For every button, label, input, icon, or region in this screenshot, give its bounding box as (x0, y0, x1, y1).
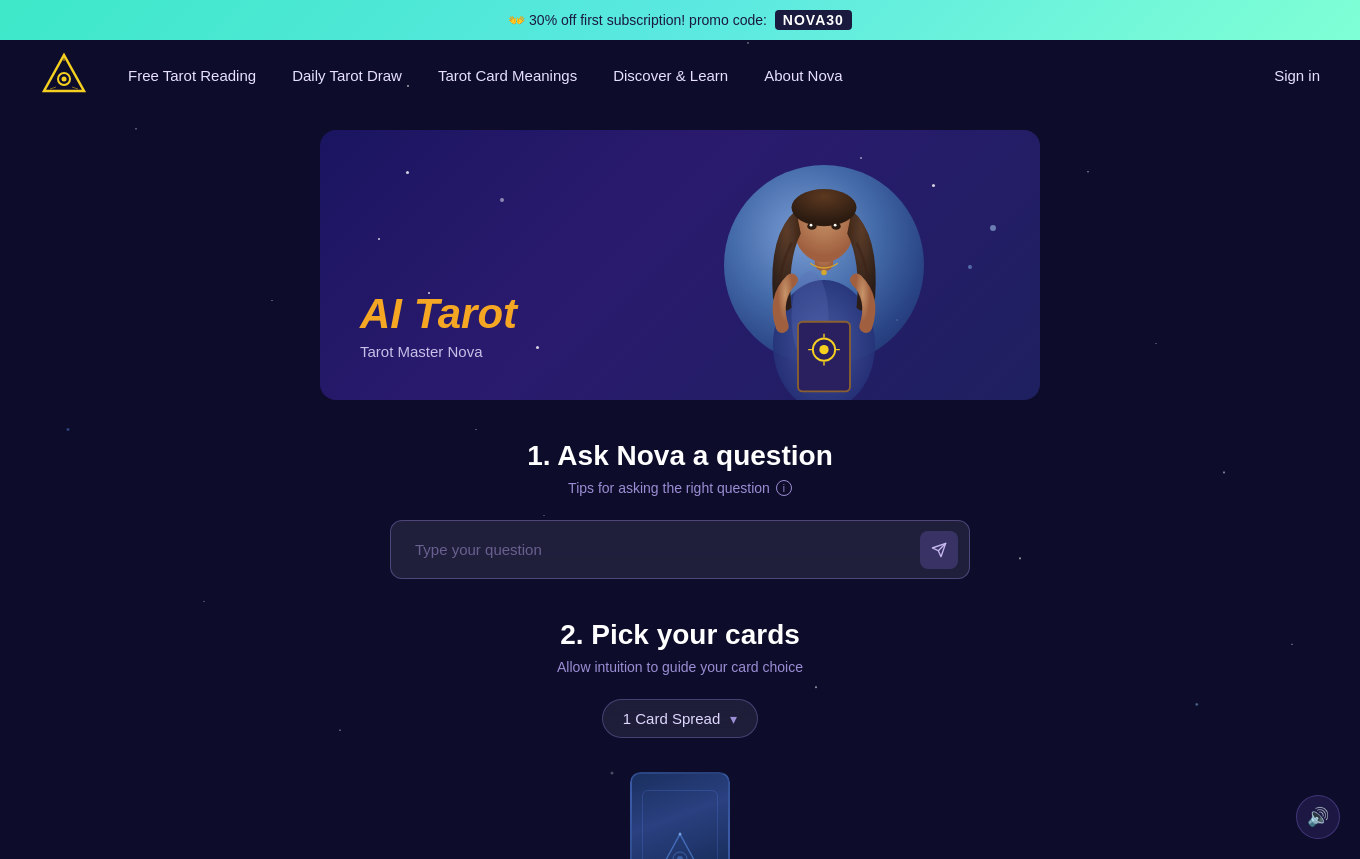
logo-icon (40, 51, 88, 99)
tips-link[interactable]: Tips for asking the right question (568, 480, 770, 496)
promo-code: NOVA30 (775, 10, 852, 30)
svg-point-14 (834, 224, 837, 227)
step2-container: 2. Pick your cards Allow intuition to gu… (40, 619, 1320, 859)
nav-about-nova[interactable]: About Nova (764, 67, 842, 84)
svg-point-15 (821, 270, 827, 276)
svg-line-4 (50, 87, 56, 89)
promo-banner: 👐 30% off first subscription! promo code… (0, 0, 1360, 40)
svg-line-5 (72, 87, 78, 89)
audio-button[interactable]: 🔊 (1296, 795, 1340, 839)
sign-in-button[interactable]: Sign in (1274, 67, 1320, 84)
main-content: 1. Ask Nova a question Tips for asking t… (0, 420, 1360, 859)
step1-subtitle: Tips for asking the right question i (568, 480, 792, 496)
hero-section: AI Tarot Tarot Master Nova (320, 130, 1040, 400)
svg-point-13 (810, 224, 813, 227)
hero-title: AI Tarot (360, 291, 517, 337)
nav-links: Free Tarot Reading Daily Tarot Draw Taro… (128, 67, 1274, 84)
spread-dropdown[interactable]: 1 Card Spread ▾ (602, 699, 759, 738)
svg-point-18 (819, 345, 828, 354)
spread-option-label: 1 Card Spread (623, 710, 721, 727)
nav-daily-tarot-draw[interactable]: Daily Tarot Draw (292, 67, 402, 84)
card-pattern (642, 790, 719, 859)
hero-subtitle: Tarot Master Nova (360, 343, 517, 360)
svg-point-26 (678, 833, 681, 836)
audio-icon: 🔊 (1307, 806, 1329, 828)
tarot-card[interactable] (630, 772, 730, 859)
hero-content: AI Tarot Tarot Master Nova (360, 291, 517, 360)
promo-emoji: 👐 (508, 12, 525, 28)
nav-tarot-card-meanings[interactable]: Tarot Card Meanings (438, 67, 577, 84)
step2-subtitle-text: Allow intuition to guide your card choic… (557, 659, 803, 675)
send-button[interactable] (920, 531, 958, 569)
question-input[interactable] (390, 520, 970, 579)
chevron-down-icon: ▾ (730, 711, 737, 727)
step2-subtitle: Allow intuition to guide your card choic… (557, 659, 803, 675)
promo-text: 30% off first subscription! promo code: (529, 12, 767, 28)
logo[interactable] (40, 51, 88, 99)
send-icon (931, 542, 947, 558)
nova-figure (734, 150, 914, 400)
svg-point-10 (792, 189, 857, 226)
card-back (630, 772, 730, 859)
nav-discover-learn[interactable]: Discover & Learn (613, 67, 728, 84)
hero-image (608, 130, 1040, 400)
card-symbol-icon (655, 829, 705, 859)
step2-heading: 2. Pick your cards (560, 619, 800, 651)
info-icon[interactable]: i (776, 480, 792, 496)
svg-rect-16 (798, 322, 850, 392)
step1-heading: 1. Ask Nova a question (527, 440, 833, 472)
navbar: Free Tarot Reading Daily Tarot Draw Taro… (0, 40, 1360, 110)
question-input-wrapper (390, 520, 970, 579)
nav-free-tarot-reading[interactable]: Free Tarot Reading (128, 67, 256, 84)
svg-marker-23 (660, 834, 700, 859)
svg-point-2 (62, 77, 67, 82)
